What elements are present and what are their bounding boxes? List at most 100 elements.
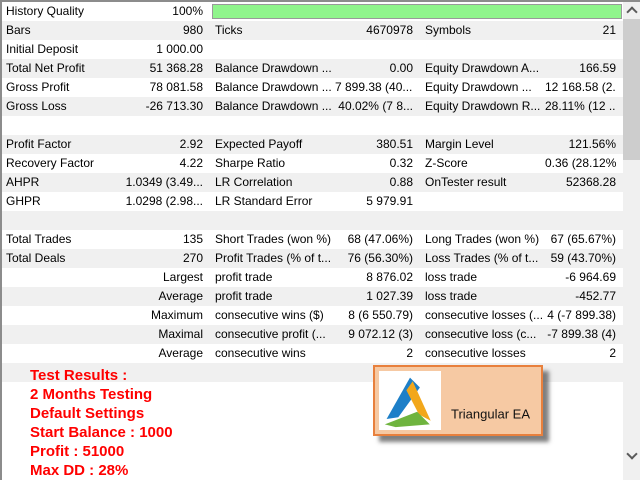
metric-value: 135 [182,232,203,246]
metric-label: LR Correlation [215,175,293,189]
metric-label: Balance Drawdown ... [215,80,332,94]
metric-label [425,40,545,59]
metric-label [6,325,118,344]
metric-label: OnTester result [425,175,507,189]
metric-value [335,116,413,135]
test-note-line: Start Balance : 1000 [30,424,173,441]
scroll-up-button[interactable] [623,2,640,19]
metric-value: 121.56% [568,137,616,151]
table-row: Gross Profit 78 081.58 Balance Drawdown ..… [2,78,623,97]
metric-label [6,287,118,306]
metric-value: Maximum [150,308,203,322]
metric-value: 4670978 [366,23,413,37]
metric-label: profit trade [215,289,273,303]
metric-label: Gross Loss [6,99,67,113]
metric-value: 76 (56.30%) [347,251,413,265]
metric-label: GHPR [6,194,41,208]
metric-value: Maximal [158,327,203,341]
metric-label: Balance Drawdown ... [215,61,332,75]
metric-value: -452.77 [575,289,616,303]
metric-value: 59 (43.70%) [550,251,616,265]
metric-value: 100% [172,4,203,18]
metric-value [118,116,203,135]
metric-value: 270 [182,251,203,265]
table-row: Maximum consecutive wins ($) 8 (6 550.79) c… [2,306,623,325]
metric-value: 1.0298 (2.98... [125,194,203,208]
metric-label [215,363,335,382]
test-note-line: Default Settings [30,405,145,422]
metric-value: 2 [406,346,413,360]
metric-label: Equity Drawdown ... [425,80,532,94]
metric-value: Average [158,346,203,360]
metric-label: Symbols [425,23,472,37]
table-row: AHPR 1.0349 (3.49... LR Correlation 0.88 OnT… [2,173,623,192]
metric-value: 5 979.91 [366,194,413,208]
metric-value: 9 072.12 (3) [348,327,413,341]
chevron-down-icon [626,448,638,460]
history-quality-progress-bar [212,4,622,19]
metric-label: Short Trades (won %) [215,232,332,246]
metric-label: consecutive losses (... [425,308,544,322]
metric-value [545,211,616,230]
chevron-up-icon [626,6,638,18]
metric-label [215,116,335,135]
metric-label: Sharpe Ratio [215,156,286,170]
table-row: Total Deals 270 Profit Trades (% of t... 76… [2,249,623,268]
metric-label: Equity Drawdown A... [425,61,540,75]
table-row: GHPR 1.0298 (2.98... LR Standard Error 5 97… [2,192,623,211]
metric-value [545,116,616,135]
metric-label [6,211,118,230]
metric-value [335,40,413,59]
scrollbar-thumb[interactable] [623,19,640,160]
metric-value: 51 368.28 [149,61,203,75]
metric-label [215,40,335,59]
metric-label: Z-Score [425,156,468,170]
table-row: Largest profit trade 8 876.02 loss trade -6 … [2,268,623,287]
metric-label: AHPR [6,175,40,189]
metric-value: 7 899.38 (40.... [335,80,413,94]
metric-label [215,211,335,230]
metric-value [545,363,616,382]
metric-label: Equity Drawdown R... [425,99,541,113]
metric-value: 0.00 [389,61,413,75]
vertical-scrollbar[interactable] [623,2,640,480]
metric-value: 2 [609,346,616,360]
metric-value: 1 000.00 [156,42,203,56]
metric-label: consecutive loss (c... [425,327,537,341]
metric-value: 0.88 [389,175,413,189]
metric-label [425,192,545,211]
metric-label [6,344,118,363]
metric-value: 2.92 [179,137,203,151]
metric-label: Balance Drawdown ... [215,99,332,113]
metric-value: 28.11% (12 ... [545,99,616,113]
test-note-line: Profit : 51000 [30,443,125,460]
metric-label: Profit Factor [6,137,72,151]
metric-label: Total Net Profit [6,61,85,75]
table-row: Recovery Factor 4.22 Sharpe Ratio 0.32 Z-Sco… [2,154,623,173]
triangle-logo-icon [379,371,441,430]
metric-value: 166.59 [579,61,616,75]
metric-label: loss trade [425,289,478,303]
scroll-down-button[interactable] [623,446,640,463]
